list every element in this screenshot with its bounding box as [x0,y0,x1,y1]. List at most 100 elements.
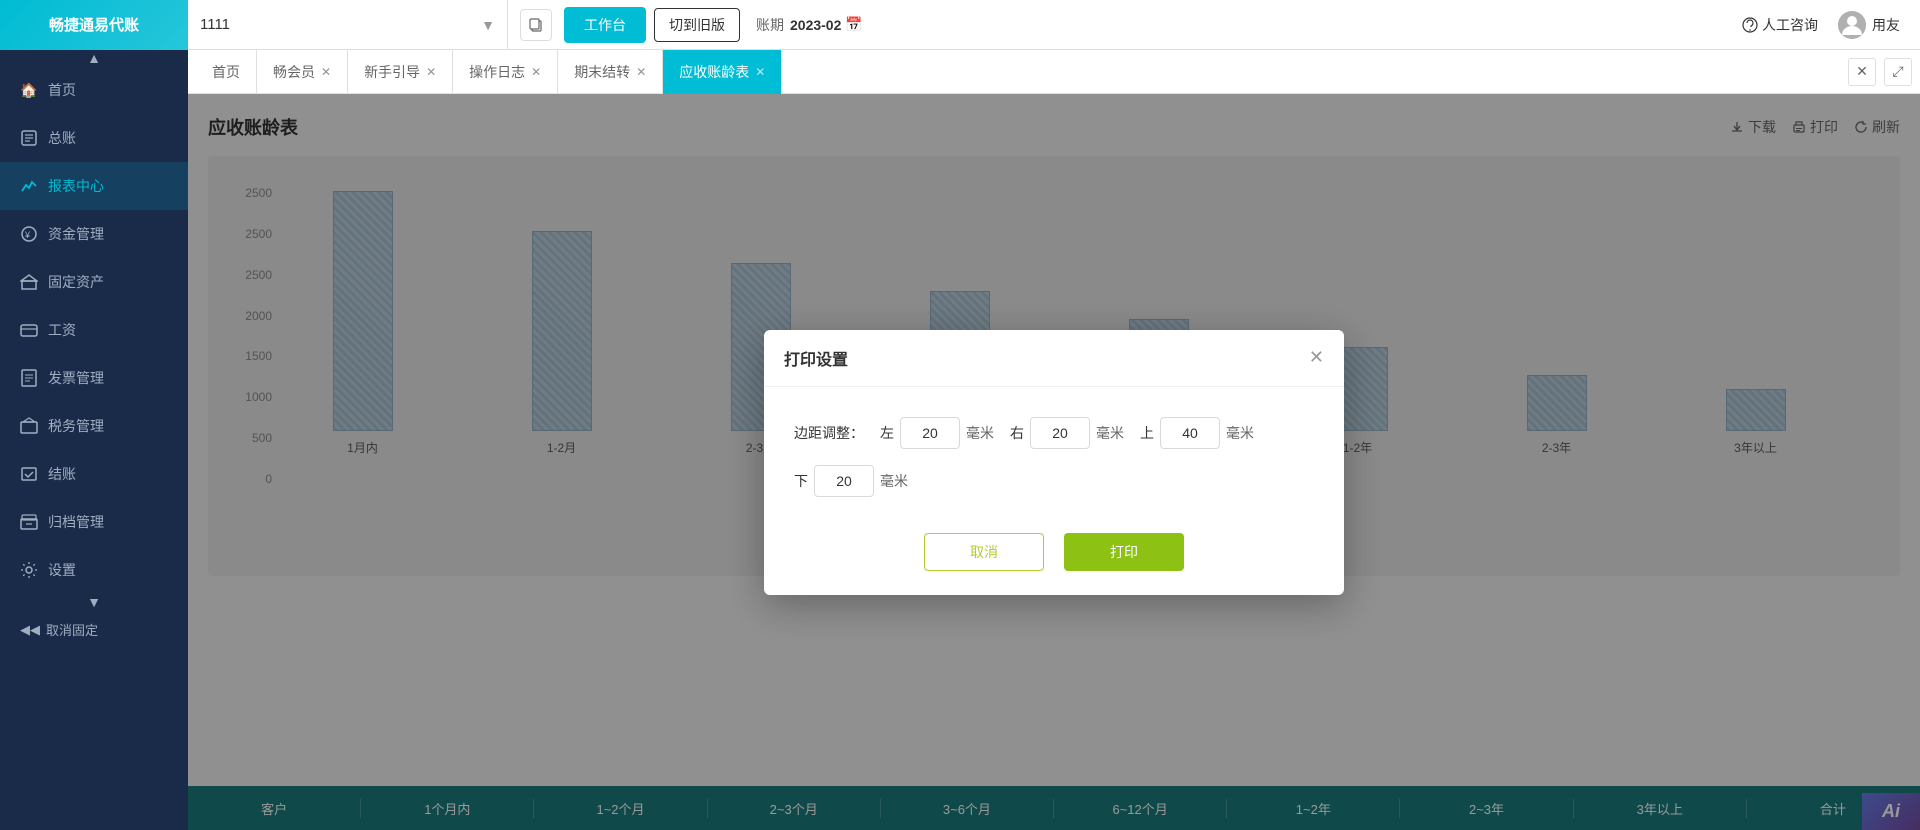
reports-icon [20,177,38,195]
collapse-sidebar-button[interactable]: ◀◀ 取消固定 [0,610,188,649]
top-unit: 毫米 [1226,423,1254,443]
tab-home-label: 首页 [212,62,240,82]
sidebar-label-settings: 设置 [48,560,76,580]
tab-member-close[interactable]: ✕ [321,65,331,79]
company-selector[interactable]: 1111 ▼ [188,0,508,50]
tab-period-end-close[interactable]: ✕ [636,65,646,79]
top-label: 上 [1140,423,1154,443]
logo-text: 畅捷通易代账 [49,14,139,35]
margin-left-input[interactable] [900,417,960,449]
checkout-icon [20,465,38,483]
margin-bottom-group: 下 毫米 [794,465,908,497]
tab-ar-aging-label: 应收账龄表 [679,62,749,82]
top-header: 畅捷通易代账 1111 ▼ 工作台 切到旧版 账期 2023-02 📅 人工咨询… [0,0,1920,50]
dialog-header: 打印设置 ✕ [764,330,1344,387]
tab-oplog[interactable]: 操作日志 ✕ [453,50,558,94]
main-layout: ▲ 🏠 首页 总账 报表中心 ¥ 资金管理 固定资产 [0,50,1920,830]
margin-label: 边距调整： [794,423,864,443]
sidebar-item-home[interactable]: 🏠 首页 [0,66,188,114]
copy-button[interactable] [520,9,552,41]
sidebar-item-archive[interactable]: 归档管理 [0,498,188,546]
sidebar-item-reports[interactable]: 报表中心 [0,162,188,210]
tab-ar-aging[interactable]: 应收账龄表 ✕ [663,50,782,94]
sidebar-scroll-down[interactable]: ▼ [0,594,188,610]
company-name: 1111 [200,16,473,33]
maximize-button[interactable]: ⤢ [1884,58,1912,86]
sidebar-label-assets: 固定资产 [48,272,104,292]
dialog-close-button[interactable]: ✕ [1309,347,1324,368]
home-icon: 🏠 [20,81,38,99]
tab-period-end[interactable]: 期末结转 ✕ [558,50,663,94]
period-value: 2023-02 [790,17,841,33]
margin-left-group: 左 毫米 [880,417,994,449]
sidebar-scroll-up[interactable]: ▲ [0,50,188,66]
settings-icon [20,561,38,579]
tab-ar-aging-close[interactable]: ✕ [755,65,765,79]
sidebar-item-checkout[interactable]: 结账 [0,450,188,498]
margin-top-input[interactable] [1160,417,1220,449]
sidebar-label-archive: 归档管理 [48,512,104,532]
tab-member-label: 畅会员 [273,62,315,82]
right-label: 右 [1010,423,1024,443]
chevron-down-icon[interactable]: ▼ [481,17,495,33]
left-unit: 毫米 [966,423,994,443]
bottom-unit: 毫米 [880,471,908,491]
dialog-body: 边距调整： 左 毫米 右 毫米 [764,387,1344,517]
sidebar-label-reports: 报表中心 [48,176,104,196]
sidebar-item-invoice[interactable]: 发票管理 [0,354,188,402]
salary-icon [20,321,38,339]
logo-area: 畅捷通易代账 [0,0,188,50]
sidebar-item-tax[interactable]: 税务管理 [0,402,188,450]
margin-row: 边距调整： 左 毫米 右 毫米 [794,417,1314,497]
dialog-print-button[interactable]: 打印 [1064,533,1184,571]
user-name: 用友 [1872,15,1900,35]
close-window-button[interactable]: ✕ [1848,58,1876,86]
sidebar-label-salary: 工资 [48,320,76,340]
tab-guide[interactable]: 新手引导 ✕ [348,50,453,94]
margin-bottom-input[interactable] [814,465,874,497]
sidebar-item-salary[interactable]: 工资 [0,306,188,354]
sidebar-label-funds: 资金管理 [48,224,104,244]
margin-top-group: 上 毫米 [1140,417,1254,449]
support-label: 人工咨询 [1762,15,1818,35]
period-label: 账期 [756,15,784,35]
tab-guide-close[interactable]: ✕ [426,65,436,79]
print-settings-dialog: 打印设置 ✕ 边距调整： 左 毫米 [764,330,1344,595]
collapse-icon: ◀◀ [20,622,40,638]
collapse-label: 取消固定 [46,620,98,639]
sidebar-item-assets[interactable]: 固定资产 [0,258,188,306]
user-button[interactable]: 用友 [1838,11,1900,39]
content-area: 首页 畅会员 ✕ 新手引导 ✕ 操作日志 ✕ 期末结转 ✕ 应收账龄表 ✕ [188,50,1920,830]
dialog-title: 打印设置 [784,346,848,370]
tab-home[interactable]: 首页 [196,50,257,94]
tab-member[interactable]: 畅会员 ✕ [257,50,348,94]
switch-old-button[interactable]: 切到旧版 [654,8,740,42]
support-button[interactable]: 人工咨询 [1742,15,1818,35]
archive-icon [20,513,38,531]
sidebar-item-settings[interactable]: 设置 [0,546,188,594]
funds-icon: ¥ [20,225,38,243]
workbench-button[interactable]: 工作台 [564,7,646,43]
tab-actions: ✕ ⤢ [1848,58,1912,86]
sidebar-label-tax: 税务管理 [48,416,104,436]
tab-guide-label: 新手引导 [364,62,420,82]
sidebar-label-invoice: 发票管理 [48,368,104,388]
margin-right-input[interactable] [1030,417,1090,449]
sidebar-item-ledger[interactable]: 总账 [0,114,188,162]
calendar-icon[interactable]: 📅 [845,16,862,33]
dialog-footer: 取消 打印 [764,517,1344,595]
right-unit: 毫米 [1096,423,1124,443]
cancel-button[interactable]: 取消 [924,533,1044,571]
bottom-label: 下 [794,471,808,491]
tax-icon [20,417,38,435]
avatar [1838,11,1866,39]
sidebar-label-home: 首页 [48,80,76,100]
sidebar-item-funds[interactable]: ¥ 资金管理 [0,210,188,258]
svg-text:¥: ¥ [24,230,31,240]
tab-oplog-close[interactable]: ✕ [531,65,541,79]
page-content: 应收账龄表 下载 打印 刷新 [188,94,1920,830]
overlay: 打印设置 ✕ 边距调整： 左 毫米 [188,94,1920,830]
sidebar-label-ledger: 总账 [48,128,76,148]
invoice-icon [20,369,38,387]
tab-period-end-label: 期末结转 [574,62,630,82]
